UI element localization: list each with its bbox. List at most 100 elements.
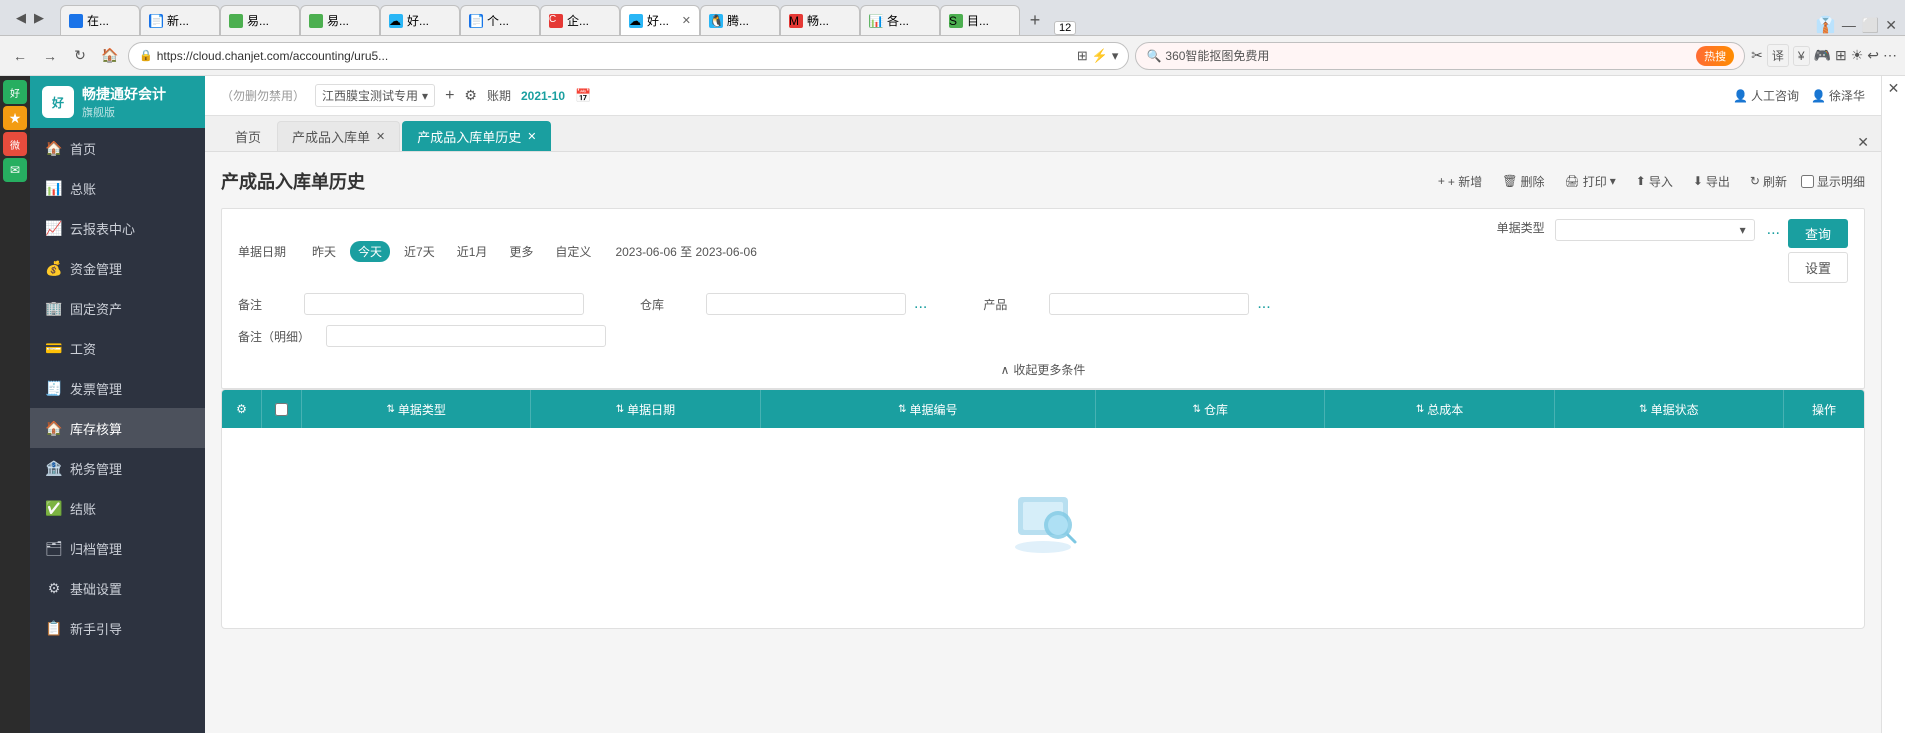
grid2-icon[interactable]: ⊞ xyxy=(1835,47,1847,64)
right-panel-close-btn[interactable]: ✕ xyxy=(1888,80,1900,97)
sidebar-item-archive[interactable]: 🗂 归档管理 xyxy=(30,528,205,568)
page-tab-history[interactable]: 产成品入库单历史 ✕ xyxy=(402,121,551,151)
sun-icon[interactable]: ☀ xyxy=(1851,47,1864,64)
sidebar-item-assets[interactable]: 🏢 固定资产 xyxy=(30,288,205,328)
sidebar-item-funds[interactable]: 💰 资金管理 xyxy=(30,248,205,288)
sidebar-item-home[interactable]: 🏠 首页 xyxy=(30,128,205,168)
translate-icon[interactable]: 译 xyxy=(1767,44,1789,67)
minimize-btn[interactable]: — xyxy=(1842,17,1856,33)
date-btn-more[interactable]: 更多 xyxy=(501,241,541,262)
yuan-icon[interactable]: ¥ xyxy=(1793,46,1810,66)
product-dots[interactable]: ... xyxy=(1257,295,1270,313)
warehouse-input[interactable] xyxy=(706,293,906,315)
new-tab-button[interactable]: + xyxy=(1020,5,1050,35)
more-icon[interactable]: ⋯ xyxy=(1883,47,1897,64)
lightning-icon[interactable]: ⚡ xyxy=(1092,48,1108,64)
search-bar[interactable]: 🔍 360智能抠图免费用 热搜 xyxy=(1135,42,1745,70)
undo-icon[interactable]: ↩ xyxy=(1867,47,1879,64)
page-tab-voucher-list[interactable]: 产成品入库单 ✕ xyxy=(277,121,400,151)
browser-forward-btn[interactable]: ▶ xyxy=(31,10,47,26)
close-btn[interactable]: ✕ xyxy=(1885,17,1897,34)
type-dots[interactable]: ... xyxy=(1767,221,1780,239)
tab-7[interactable]: C 企... xyxy=(540,5,620,35)
show-cols-checkbox[interactable]: 显示明细 xyxy=(1801,173,1865,190)
page-tab-history-close[interactable]: ✕ xyxy=(527,130,536,143)
select-all-checkbox[interactable] xyxy=(275,403,288,416)
print-btn[interactable]: 🖨 打印 ▾ xyxy=(1558,170,1621,193)
back-button[interactable]: ← xyxy=(8,44,32,68)
service-btn[interactable]: 👤 人工咨询 xyxy=(1733,87,1799,104)
tab-1[interactable]: 在... xyxy=(60,5,140,35)
sidebar-item-ledger[interactable]: 📊 总账 xyxy=(30,168,205,208)
tab-12[interactable]: S 目... xyxy=(940,5,1020,35)
company-settings-icon[interactable]: ⚙ xyxy=(464,87,477,104)
setting-btn[interactable]: 设置 xyxy=(1788,252,1848,283)
app-icon-star[interactable]: ★ xyxy=(3,106,27,130)
collapse-btn[interactable]: ∧ 收起更多条件 xyxy=(1001,357,1086,382)
sidebar-item-close-period[interactable]: ✅ 结账 xyxy=(30,488,205,528)
refresh-btn[interactable]: ↻ 刷新 xyxy=(1744,170,1793,193)
app-icon-chanjet[interactable]: 好 xyxy=(3,80,27,104)
tab-11[interactable]: 📊 各... xyxy=(860,5,940,35)
import-btn[interactable]: ⬆ 导入 xyxy=(1630,170,1679,193)
sidebar-item-salary[interactable]: 💳 工资 xyxy=(30,328,205,368)
note-input[interactable] xyxy=(304,293,584,315)
tab-9[interactable]: 🐧 腾... xyxy=(700,5,780,35)
show-cols-input[interactable] xyxy=(1801,175,1814,188)
sidebar-item-settings[interactable]: ⚙ 基础设置 xyxy=(30,568,205,608)
forward-button[interactable]: → xyxy=(38,44,62,68)
company-selector[interactable]: 江西膜宝测试专用 ▾ xyxy=(315,84,435,107)
sidebar-item-tax[interactable]: 🏦 税务管理 xyxy=(30,448,205,488)
page-close-btn[interactable]: ✕ xyxy=(1857,134,1881,151)
product-input[interactable] xyxy=(1049,293,1249,315)
th-status[interactable]: ⇅ 单据状态 xyxy=(1555,390,1784,428)
app-icon-mail[interactable]: ✉ xyxy=(3,158,27,182)
sidebar-item-invoice[interactable]: 🧾 发票管理 xyxy=(30,368,205,408)
th-gear[interactable]: ⚙ xyxy=(222,390,262,428)
date-btn-custom[interactable]: 自定义 xyxy=(547,241,599,262)
page-tab-breadcrumb[interactable]: 首页 xyxy=(221,121,275,151)
th-date[interactable]: ⇅ 单据日期 xyxy=(531,390,760,428)
add-btn[interactable]: + + 新增 xyxy=(1432,170,1488,193)
date-btn-7days[interactable]: 近7天 xyxy=(396,241,443,262)
calendar-icon[interactable]: 📅 xyxy=(575,88,591,104)
th-number[interactable]: ⇅ 单据编号 xyxy=(761,390,1096,428)
tab-10[interactable]: M 畅... xyxy=(780,5,860,35)
grid-icon[interactable]: ⊞ xyxy=(1077,48,1088,64)
add-company-btn[interactable]: + xyxy=(445,87,454,105)
th-checkbox[interactable] xyxy=(262,390,302,428)
scissors-icon[interactable]: ✂ xyxy=(1751,47,1763,64)
sidebar-item-guide[interactable]: 📋 新手引导 xyxy=(30,608,205,648)
th-warehouse[interactable]: ⇅ 仓库 xyxy=(1096,390,1325,428)
type-select[interactable]: ▾ xyxy=(1555,219,1755,241)
game-icon[interactable]: 🎮 xyxy=(1814,47,1831,64)
warehouse-dots[interactable]: ... xyxy=(914,295,927,313)
app-icon-sina[interactable]: 微 xyxy=(3,132,27,156)
tab-6[interactable]: 📄 个... xyxy=(460,5,540,35)
maximize-btn[interactable]: ⬜ xyxy=(1862,17,1879,34)
tab-5[interactable]: ☁ 好... xyxy=(380,5,460,35)
address-bar[interactable]: 🔒 https://cloud.chanjet.com/accounting/u… xyxy=(128,42,1129,70)
home-button[interactable]: 🏠 xyxy=(98,44,122,68)
tab-8-active[interactable]: ☁ 好... ✕ xyxy=(620,5,700,35)
delete-btn[interactable]: 🗑 删除 xyxy=(1496,170,1550,193)
export-btn[interactable]: ⬇ 导出 xyxy=(1687,170,1736,193)
sidebar-item-inventory[interactable]: 🏠 库存核算 xyxy=(30,408,205,448)
date-btn-yesterday[interactable]: 昨天 xyxy=(304,241,344,262)
th-cost[interactable]: ⇅ 总成本 xyxy=(1325,390,1554,428)
page-tab-voucher-list-close[interactable]: ✕ xyxy=(376,130,385,143)
hot-badge[interactable]: 热搜 xyxy=(1696,46,1734,66)
note-detail-input[interactable] xyxy=(326,325,606,347)
tab-count-badge[interactable]: 12 xyxy=(1054,21,1076,35)
tab-8-close-icon[interactable]: ✕ xyxy=(682,14,691,27)
sidebar-item-reports[interactable]: 📈 云报表中心 xyxy=(30,208,205,248)
query-btn[interactable]: 查询 xyxy=(1788,219,1848,248)
reload-button[interactable]: ↻ xyxy=(68,44,92,68)
date-btn-today[interactable]: 今天 xyxy=(350,241,390,262)
period-value[interactable]: 2021-10 xyxy=(521,89,565,103)
user-name[interactable]: 👤 徐泽华 xyxy=(1811,87,1865,104)
date-btn-1month[interactable]: 近1月 xyxy=(449,241,496,262)
page-close-icon[interactable]: ✕ xyxy=(1857,134,1869,151)
tab-2[interactable]: 📄 新... xyxy=(140,5,220,35)
dropdown-icon[interactable]: ▾ xyxy=(1112,48,1119,64)
